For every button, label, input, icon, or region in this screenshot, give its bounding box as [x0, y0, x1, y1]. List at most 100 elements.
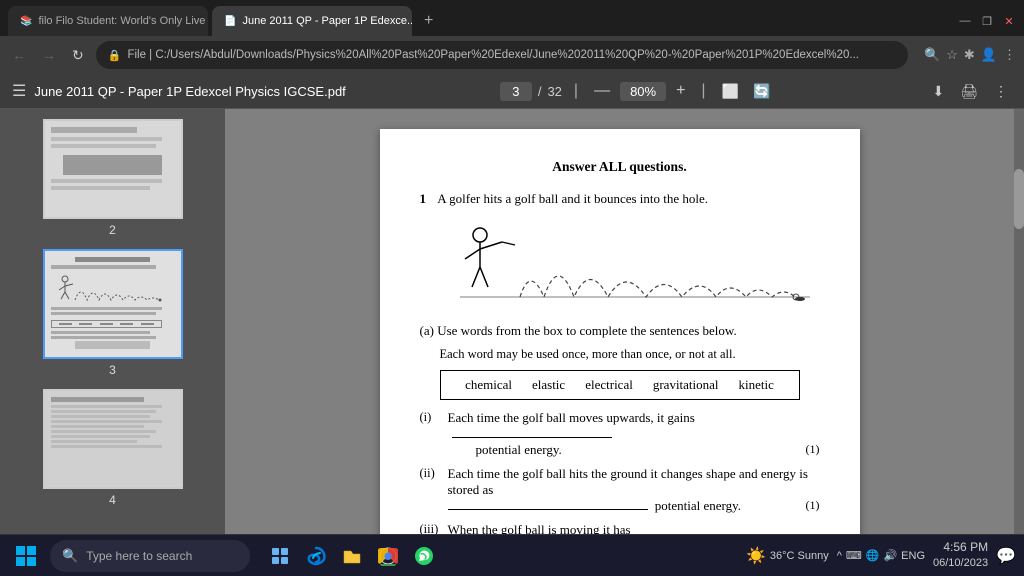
tab-filo[interactable]: 📚 filo Filo Student: World's Only Live h…: [8, 6, 208, 36]
address-icons: 🔍 ☆ ✱ 👤 ⋮: [924, 47, 1016, 63]
close-button[interactable]: ✕: [1002, 14, 1016, 28]
question-text: A golfer hits a golf ball and it bounces…: [437, 191, 708, 206]
network-icon[interactable]: 🌐: [866, 549, 880, 562]
answer-all-text: Answer ALL questions.: [420, 159, 820, 175]
profile-icon[interactable]: 👤: [981, 47, 997, 63]
search-icon[interactable]: 🔍: [924, 47, 940, 63]
reload-button[interactable]: ↻: [68, 43, 88, 68]
pdf-scrollbar[interactable]: [1014, 109, 1024, 534]
minimize-button[interactable]: —: [958, 14, 972, 28]
time-display: 4:56 PM: [933, 539, 988, 556]
section-a-sub: Each word may be used once, more than on…: [440, 347, 820, 362]
section-a: (a) Use words from the box to complete t…: [420, 323, 820, 339]
fit-page-button[interactable]: ⬜: [718, 81, 743, 102]
subq-iii-label: (iii): [420, 522, 448, 534]
subq-iii-container: (iii) When the golf ball is moving it ha…: [420, 522, 820, 534]
subq-ii-suffix: potential energy.: [655, 498, 741, 513]
tab-pdf-favicon: 📄: [224, 14, 236, 28]
date-display: 06/10/2023: [933, 556, 988, 571]
search-bar[interactable]: 🔍 Type here to search: [50, 540, 250, 572]
zoom-in-button[interactable]: +: [672, 80, 689, 102]
word-gravitational: gravitational: [653, 377, 719, 393]
forward-button[interactable]: →: [38, 43, 60, 67]
subq-i-row: (i) Each time the golf ball moves upward…: [420, 410, 820, 458]
subq-i-suffix: potential energy.: [476, 442, 562, 457]
zoom-input[interactable]: [620, 82, 666, 101]
pdf-page: Answer ALL questions. 1 A golfer hits a …: [380, 129, 860, 534]
pdf-content-area[interactable]: Answer ALL questions. 1 A golfer hits a …: [225, 109, 1014, 534]
chrome-icon[interactable]: [372, 540, 404, 572]
word-elastic: elastic: [532, 377, 565, 393]
taskbar-icons: [264, 540, 440, 572]
more-options-button[interactable]: ⋮: [990, 81, 1012, 102]
edge-icon[interactable]: [300, 540, 332, 572]
keyboard-icon[interactable]: ⌨: [846, 549, 862, 562]
address-text: File | C:/Users/Abdul/Downloads/Physics%…: [127, 49, 859, 61]
thumb-label-3: 3: [109, 363, 116, 377]
pdf-toolbar: ☰ June 2011 QP - Paper 1P Edexcel Physic…: [0, 74, 1024, 109]
start-button[interactable]: [8, 538, 44, 574]
maximize-button[interactable]: ❐: [980, 14, 994, 28]
fill-line-i: [452, 437, 612, 438]
subq-iii-row: (iii) When the golf ball is moving it ha…: [420, 522, 820, 534]
new-tab-button[interactable]: +: [416, 8, 441, 34]
thumbnail-page-2[interactable]: 2: [43, 119, 183, 237]
whatsapp-icon[interactable]: [408, 540, 440, 572]
thumbnail-page-3[interactable]: 3: [43, 249, 183, 377]
subq-ii-row: (ii) Each time the golf ball hits the gr…: [420, 466, 820, 514]
thumb-label-2: 2: [109, 223, 116, 237]
address-input[interactable]: 🔒 File | C:/Users/Abdul/Downloads/Physic…: [96, 41, 908, 69]
tab-pdf[interactable]: 📄 June 2011 QP - Paper 1P Edexce... ✕: [212, 6, 412, 36]
explorer-icon[interactable]: [336, 540, 368, 572]
search-icon: 🔍: [62, 548, 78, 564]
section-a-text: Use words from the box to complete the s…: [437, 323, 737, 338]
golf-diagram: [420, 217, 820, 307]
taskbar-right: ☀️ 36°C Sunny ^ ⌨ 🌐 🔊 ENG 4:56 PM 06/10/…: [746, 539, 1016, 571]
taskview-button[interactable]: [264, 540, 296, 572]
section-a-label: (a): [420, 323, 438, 338]
language-label: ENG: [901, 550, 925, 562]
subq-i-text: Each time the golf ball moves upwards, i…: [448, 410, 695, 425]
subq-iii-text: When the golf ball is moving it has: [448, 522, 631, 534]
subq-i-container: (i) Each time the golf ball moves upward…: [420, 410, 820, 458]
search-placeholder: Type here to search: [86, 549, 192, 563]
subq-iii-content: When the golf ball is moving it has ener…: [448, 522, 820, 534]
fill-line-ii: [448, 509, 648, 510]
subq-ii-label: (ii): [420, 466, 448, 481]
thumb-label-4: 4: [109, 493, 116, 507]
download-button[interactable]: ⬇: [928, 81, 948, 102]
word-kinetic: kinetic: [739, 377, 774, 393]
subq-i-mark: (1): [806, 442, 820, 457]
chevron-up-icon[interactable]: ^: [837, 550, 842, 562]
thumbnail-page-4[interactable]: 4: [43, 389, 183, 507]
question-number: 1: [420, 191, 427, 206]
word-box: chemical elastic electrical gravitationa…: [440, 370, 800, 400]
pdf-toolbar-center: / 32 | — + | ⬜ 🔄: [500, 80, 775, 102]
page-number-input[interactable]: [500, 82, 532, 101]
subq-ii-mark: (1): [806, 498, 820, 513]
word-electrical: electrical: [585, 377, 633, 393]
subq-i-label: (i): [420, 410, 448, 425]
zoom-out-button[interactable]: —: [590, 80, 614, 102]
page-total: 32: [547, 84, 561, 99]
rotate-button[interactable]: 🔄: [749, 81, 774, 102]
more-icon[interactable]: ⋮: [1003, 47, 1016, 63]
speaker-icon[interactable]: 🔊: [883, 549, 897, 562]
page-separator: /: [538, 84, 542, 99]
address-bar: ← → ↻ 🔒 File | C:/Users/Abdul/Downloads/…: [0, 36, 1024, 74]
print-button[interactable]: 🖨: [956, 81, 982, 102]
back-button[interactable]: ←: [8, 43, 30, 67]
pdf-scrollbar-thumb[interactable]: [1014, 169, 1024, 229]
pdf-toolbar-right: ⬇ 🖨 ⋮: [928, 81, 1012, 102]
window-controls: — ❐ ✕: [958, 14, 1016, 28]
weather-display: ☀️ 36°C Sunny: [746, 546, 829, 566]
pdf-title: June 2011 QP - Paper 1P Edexcel Physics …: [34, 84, 345, 99]
pdf-sidebar: 2: [0, 109, 225, 534]
tab-filo-favicon: 📚: [20, 14, 32, 28]
notifications-button[interactable]: 💬: [996, 546, 1016, 566]
bookmark-icon[interactable]: ☆: [946, 47, 958, 63]
extension-icon[interactable]: ✱: [964, 47, 975, 63]
pdf-toolbar-left: ☰ June 2011 QP - Paper 1P Edexcel Physic…: [12, 81, 346, 101]
weather-text: 36°C Sunny: [770, 550, 829, 562]
hamburger-menu[interactable]: ☰: [12, 81, 26, 101]
